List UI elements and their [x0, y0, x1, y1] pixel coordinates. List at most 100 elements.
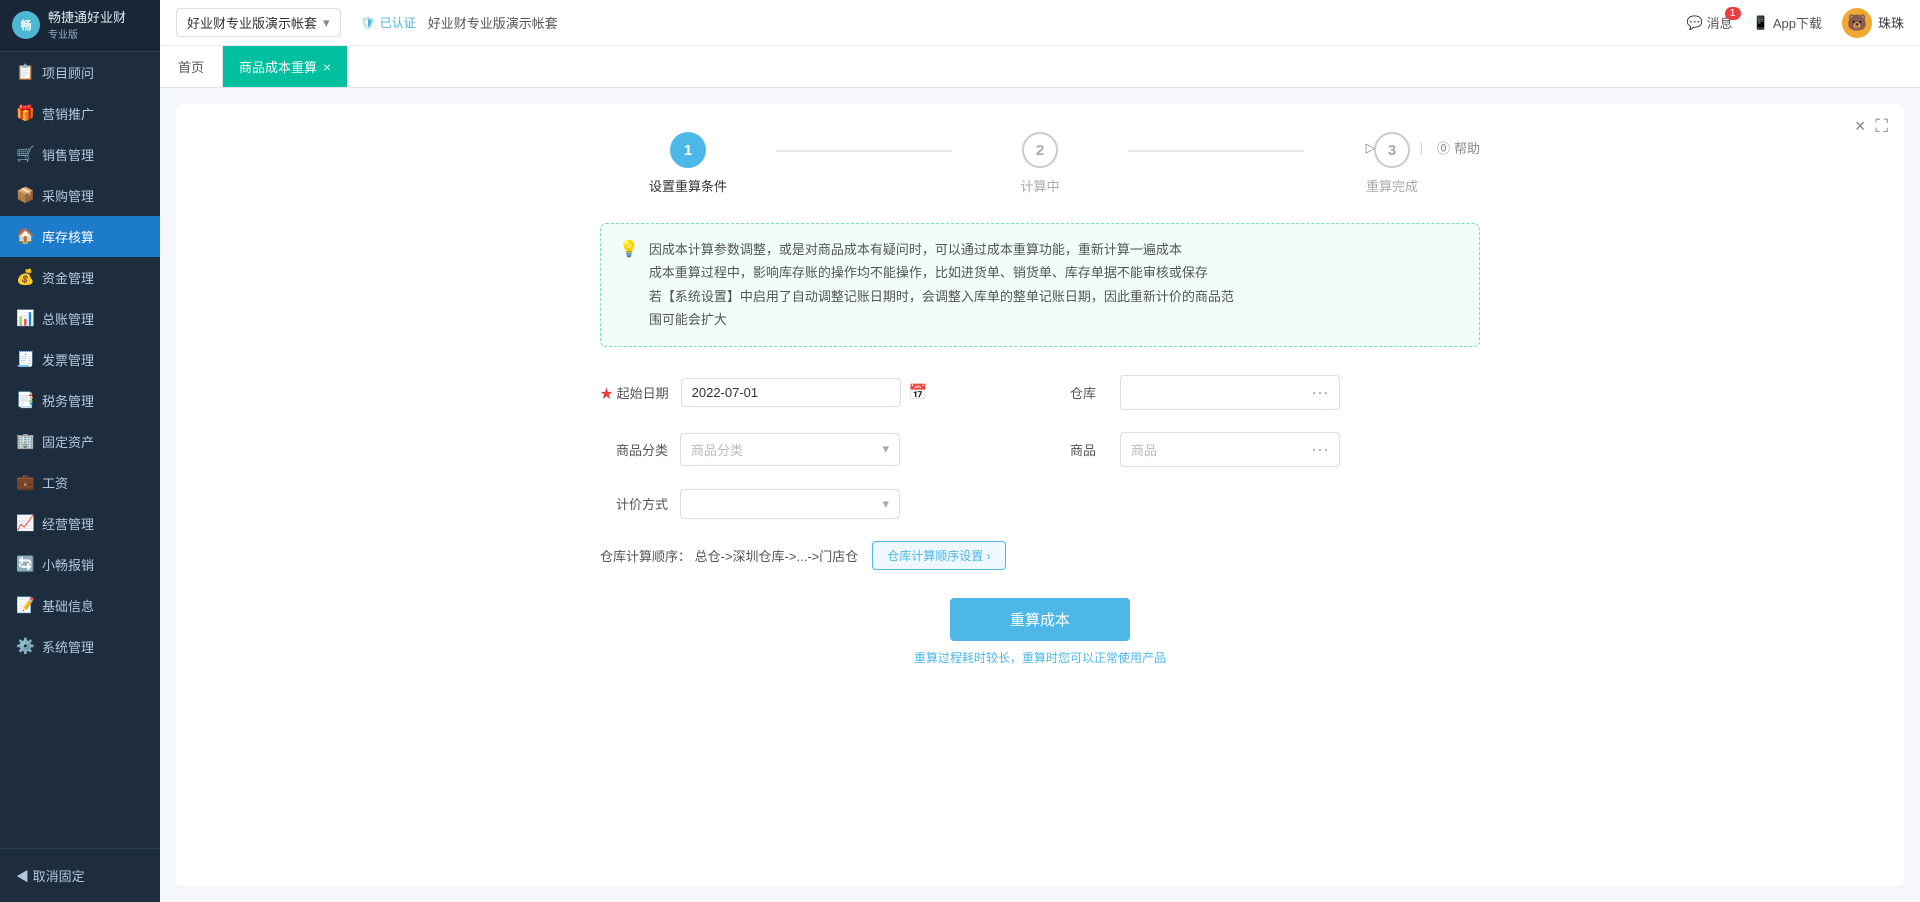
sales-icon: 🛒: [16, 145, 34, 163]
expand-panel-icon[interactable]: ⛶: [1875, 116, 1888, 137]
warehouse-label: 仓库: [1070, 383, 1120, 402]
page-panel: × ⛶ 1 设置重算条件 2: [176, 104, 1904, 886]
steps-container: 1 设置重算条件 2 计算中 3: [600, 132, 1480, 195]
form-row-category-product: 商品分类 商品分类 ▾ 商品 商品 ···: [600, 432, 1480, 467]
warehouse-order-settings-button[interactable]: 仓库计算顺序设置 ›: [872, 541, 1005, 570]
tax-icon: 📑: [16, 391, 34, 409]
warehouse-select[interactable]: ···: [1120, 375, 1340, 410]
price-method-select[interactable]: ▾: [680, 489, 900, 519]
warehouse-order-btn-label: 仓库计算顺序设置 ›: [887, 547, 990, 564]
sidebar-item-basic[interactable]: 📝 基础信息: [0, 585, 160, 626]
sidebar-item-invoice[interactable]: 🧾 发票管理: [0, 339, 160, 380]
message-icon: 💬: [1686, 15, 1702, 31]
tab-close-icon[interactable]: ×: [323, 59, 331, 75]
sidebar-app-name: 畅捷通好业财: [48, 10, 126, 26]
tab-home[interactable]: 首页: [160, 46, 223, 87]
info-line-2: 成本重算过程中，影响库存账的操作均不能操作，比如进货单、销货单、库存单据不能审核…: [649, 261, 1234, 284]
info-line-3: 若【系统设置】中启用了自动调整记账日期时，会调整入库单的整单记账日期，因此重新计…: [649, 285, 1234, 308]
inventory-icon: 🏠: [16, 227, 34, 245]
warehouse-order-value: 总仓->深圳仓库->...->门店仓: [695, 549, 859, 564]
form-field-warehouse: 仓库 ···: [1070, 375, 1480, 410]
sidebar-item-system[interactable]: ⚙️ 系统管理: [0, 626, 160, 667]
messages-button[interactable]: 💬 消息 1: [1686, 13, 1732, 32]
sidebar-item-marketing[interactable]: 🎁 营销推广: [0, 93, 160, 134]
sidebar-item-label: 资金管理: [42, 268, 94, 287]
form-field-category: 商品分类 商品分类 ▾: [600, 433, 1010, 466]
payroll-icon: 💼: [16, 473, 34, 491]
sidebar-item-tax[interactable]: 📑 税务管理: [0, 380, 160, 421]
sidebar-item-finance[interactable]: 💰 资金管理: [0, 257, 160, 298]
assets-icon: 🏢: [16, 432, 34, 450]
price-method-label: 计价方式: [600, 494, 680, 513]
user-profile[interactable]: 🐻 珠珠: [1842, 8, 1904, 38]
sidebar-item-label: 系统管理: [42, 637, 94, 656]
sidebar-item-sales[interactable]: 🛒 销售管理: [0, 134, 160, 175]
recalc-hint: 重算过程耗时较长，重算时您可以正常使用产品: [600, 649, 1480, 666]
verified-account-name: 好业财专业版演示帐套: [428, 13, 558, 32]
corner-buttons: × ⛶: [1855, 116, 1888, 137]
close-panel-icon[interactable]: ×: [1855, 116, 1866, 137]
sidebar-nav: 📋 项目顾问 🎁 营销推广 🛒 销售管理 📦 采购管理 🏠 库存核算 💰 资金管…: [0, 52, 160, 848]
app-download-label: App下载: [1773, 13, 1822, 32]
step-2-label: 计算中: [1020, 176, 1059, 195]
category-placeholder: 商品分类: [691, 440, 743, 459]
step-line-1: [776, 150, 952, 152]
product-select[interactable]: 商品 ···: [1120, 432, 1340, 467]
product-dots-icon[interactable]: ···: [1311, 439, 1329, 460]
sidebar-item-label: 发票管理: [42, 350, 94, 369]
sidebar-item-expense[interactable]: 🔄 小畅报销: [0, 544, 160, 585]
sidebar-item-label: 销售管理: [42, 145, 94, 164]
sidebar-item-accounting[interactable]: 📊 总账管理: [0, 298, 160, 339]
info-line-4: 围可能会扩大: [649, 308, 1234, 331]
sidebar-item-label: 工资: [42, 473, 68, 492]
tab-cost-recalc[interactable]: 商品成本重算 ×: [223, 46, 347, 87]
calendar-icon[interactable]: 📅: [909, 383, 928, 401]
sidebar-item-payroll[interactable]: 💼 工资: [0, 462, 160, 503]
account-name: 好业财专业版演示帐套: [187, 13, 317, 32]
sidebar-item-assets[interactable]: 🏢 固定资产: [0, 421, 160, 462]
verified-badge: 🛡 已认证: [361, 14, 416, 31]
step-line-2: [1128, 150, 1304, 152]
step-1: 1 设置重算条件: [600, 132, 776, 195]
expense-icon: 🔄: [16, 555, 34, 573]
sidebar-item-label: 总账管理: [42, 309, 94, 328]
start-date-input[interactable]: [681, 378, 901, 407]
category-label: 商品分类: [600, 440, 680, 459]
top-bar-right: 💬 消息 1 📱 App下载 🐻 珠珠: [1686, 8, 1904, 38]
account-selector[interactable]: 好业财专业版演示帐套 ▾: [176, 8, 341, 37]
sidebar-item-label: 营销推广: [42, 104, 94, 123]
operations-icon: 📈: [16, 514, 34, 532]
sidebar-header: 畅 畅捷通好业财 专业版: [0, 0, 160, 52]
warehouse-dots-icon[interactable]: ···: [1311, 382, 1329, 403]
form-row-date-warehouse: ★ 起始日期 📅 仓库 ···: [600, 375, 1480, 410]
form-row-price-method: 计价方式 ▾: [600, 489, 1480, 519]
sidebar-unpin-button[interactable]: ◀ 取消固定: [0, 857, 160, 894]
tab-active-label: 商品成本重算: [239, 57, 317, 76]
info-box: 💡 因成本计算参数调整，或是对商品成本有疑问时，可以通过成本重算功能，重新计算一…: [600, 223, 1480, 347]
warehouse-order-row: 仓库计算顺序： 总仓->深圳仓库->...->门店仓 仓库计算顺序设置 ›: [600, 541, 1480, 570]
sidebar-item-inventory[interactable]: 🏠 库存核算: [0, 216, 160, 257]
start-date-label: ★ 起始日期: [600, 383, 681, 402]
app-download-button[interactable]: 📱 App下载: [1753, 13, 1822, 32]
chevron-down-icon: ▾: [323, 15, 330, 31]
messages-badge: 1: [1725, 7, 1741, 20]
form-field-date: ★ 起始日期 📅: [600, 378, 1010, 407]
category-select[interactable]: 商品分类 ▾: [680, 433, 900, 466]
recalc-button[interactable]: 重算成本: [950, 598, 1130, 641]
sidebar-item-purchase[interactable]: 📦 采购管理: [0, 175, 160, 216]
sidebar-bottom: ◀ 取消固定: [0, 848, 160, 902]
system-icon: ⚙️: [16, 637, 34, 655]
sidebar-item-project[interactable]: 📋 项目顾问: [0, 52, 160, 93]
invoice-icon: 🧾: [16, 350, 34, 368]
help-button[interactable]: ⓪ 帮助: [1437, 138, 1480, 157]
step-1-label: 设置重算条件: [649, 176, 727, 195]
sidebar: 畅 畅捷通好业财 专业版 📋 项目顾问 🎁 营销推广 🛒 销售管理 📦 采购管理…: [0, 0, 160, 902]
user-name: 珠珠: [1878, 13, 1904, 32]
product-placeholder: 商品: [1131, 440, 1157, 459]
sidebar-item-operations[interactable]: 📈 经营管理: [0, 503, 160, 544]
main-area: 好业财专业版演示帐套 ▾ 🛡 已认证 好业财专业版演示帐套 💬 消息 1 📱 A…: [160, 0, 1920, 902]
marketing-icon: 🎁: [16, 104, 34, 122]
info-box-text: 因成本计算参数调整，或是对商品成本有疑问时，可以通过成本重算功能，重新计算一遍成…: [649, 238, 1234, 332]
verified-text: 已认证: [380, 14, 416, 31]
sidebar-logo: 畅: [12, 11, 40, 39]
